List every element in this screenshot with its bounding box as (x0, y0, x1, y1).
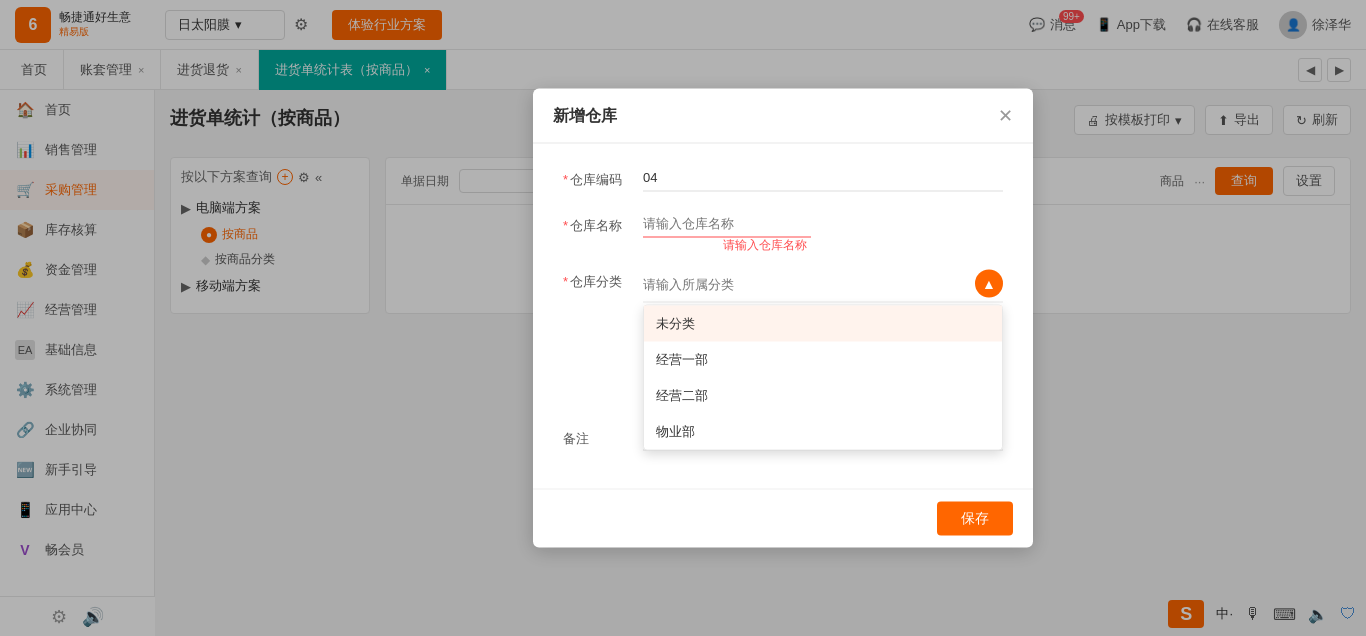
warehouse-category-row: *仓库分类 ▲ 未分类 经营一部 经营二部 物业部 (563, 266, 1003, 303)
warehouse-code-row: *仓库编码 (563, 164, 1003, 192)
category-input-wrapper: ▲ 未分类 经营一部 经营二部 物业部 (643, 266, 1003, 303)
dropdown-item-1[interactable]: 经营一部 (644, 342, 1002, 378)
warehouse-name-input[interactable] (643, 210, 811, 238)
category-input-container: ▲ (643, 266, 1003, 303)
notes-label: 备注 (563, 423, 643, 448)
modal-header: 新增仓库 ✕ (533, 89, 1033, 144)
name-error-text: 请输入仓库名称 (723, 237, 807, 254)
category-label: *仓库分类 (563, 266, 643, 291)
category-input[interactable] (643, 273, 975, 294)
warehouse-code-input[interactable] (643, 164, 1003, 192)
category-dropdown-list: 未分类 经营一部 经营二部 物业部 (643, 305, 1003, 451)
save-button[interactable]: 保存 (937, 502, 1013, 536)
dropdown-item-3[interactable]: 物业部 (644, 414, 1002, 450)
code-label: *仓库编码 (563, 164, 643, 189)
dropdown-item-0[interactable]: 未分类 (644, 306, 1002, 342)
modal-footer: 保存 (533, 489, 1033, 548)
modal-title: 新增仓库 (553, 105, 617, 126)
modal-body: *仓库编码 *仓库名称 请输入仓库名称 *仓库分类 ▲ (533, 144, 1033, 489)
warehouse-name-row: *仓库名称 请输入仓库名称 (563, 210, 1003, 238)
dropdown-item-2[interactable]: 经营二部 (644, 378, 1002, 414)
name-label: *仓库名称 (563, 210, 643, 235)
new-warehouse-modal: 新增仓库 ✕ *仓库编码 *仓库名称 请输入仓库名称 *仓库分类 (533, 89, 1033, 548)
name-input-wrapper: 请输入仓库名称 (643, 210, 1003, 238)
category-dropdown-toggle[interactable]: ▲ (975, 270, 1003, 298)
modal-close-button[interactable]: ✕ (998, 105, 1013, 127)
